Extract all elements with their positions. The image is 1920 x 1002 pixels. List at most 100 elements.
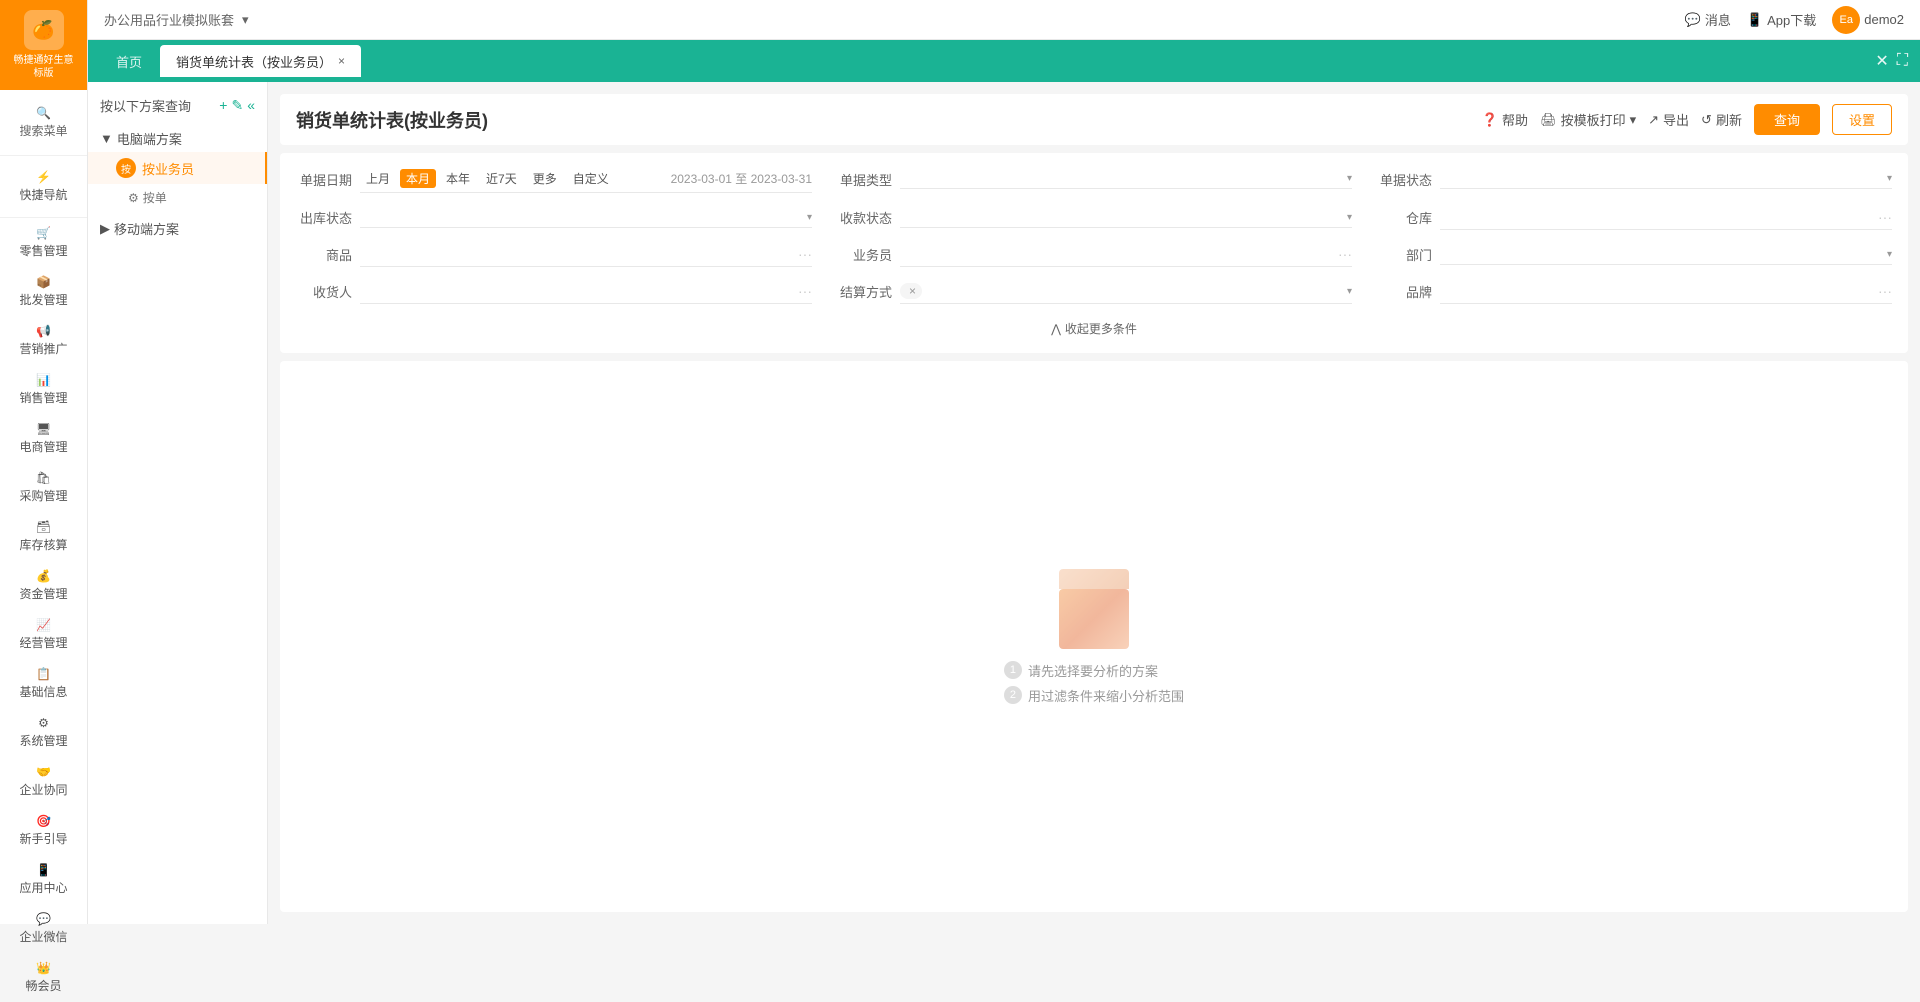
top-bar: 办公用品行业模拟账套 ▾ 💬 消息 📱 App下载 Ea demo2 — [88, 0, 1920, 40]
message-icon: 💬 — [1685, 12, 1701, 28]
goods-label: 商品 — [296, 245, 352, 264]
scheme-item-salesperson[interactable]: 按 按业务员 — [88, 152, 267, 184]
filter-area: 单据日期 上月 本月 本年 近7天 更多 自定义 2023-03-01 至 20… — [280, 153, 1908, 353]
sidebar-item-operations[interactable]: 📈 经营管理 — [15, 610, 71, 659]
scheme-item-byorder[interactable]: ⚙ 按单 — [88, 184, 267, 211]
collapse-bar: ⋀ 收起更多条件 — [296, 316, 1892, 341]
message-btn[interactable]: 💬 消息 — [1685, 10, 1731, 29]
receiver-control[interactable]: ··· — [360, 279, 812, 304]
salesperson-control[interactable]: ··· — [900, 242, 1352, 267]
goods-control[interactable]: ··· — [360, 242, 812, 267]
page-title: 销货单统计表(按业务员) — [296, 107, 488, 133]
sidebar-item-wechat[interactable]: 💬 企业微信 — [15, 904, 71, 953]
left-panel-header: 按以下方案查询 + ✎ « — [88, 90, 267, 121]
type-control[interactable]: ▾ — [900, 169, 1352, 189]
date-tab-lastmonth[interactable]: 上月 — [360, 169, 396, 188]
sidebar-item-inventory[interactable]: 🗃 库存核算 — [15, 512, 71, 561]
app-download-btn[interactable]: 📱 App下载 — [1747, 10, 1816, 29]
user-profile[interactable]: Ea demo2 — [1832, 6, 1904, 34]
tip-text-2: 用过滤条件来缩小分析范围 — [1028, 686, 1184, 705]
search-menu-item[interactable]: 🔍 搜索菜单 — [0, 98, 87, 147]
quick-icon: ⚡ — [36, 170, 51, 184]
sidebar-item-basic[interactable]: 📋 基础信息 — [15, 659, 71, 708]
settlement-control[interactable]: × ▾ — [900, 279, 1352, 304]
outstatus-control[interactable]: ▾ — [360, 208, 812, 228]
sidebar-item-member[interactable]: 👑 畅会员 — [15, 953, 71, 1002]
date-tab-thismonth[interactable]: 本月 — [400, 169, 436, 188]
settlement-tag-close-btn[interactable]: × — [909, 284, 916, 298]
sidebar-item-ecommerce[interactable]: 🖥 电商管理 — [15, 414, 71, 463]
logo[interactable]: 🍊 畅捷通好生意 标版 — [0, 0, 87, 90]
refresh-label: 刷新 — [1716, 110, 1742, 129]
date-tab-more[interactable]: 更多 — [527, 169, 563, 188]
marketing-icon: 📢 — [36, 324, 51, 338]
salesperson-label: 业务员 — [836, 245, 892, 264]
brand-control[interactable]: ··· — [1440, 279, 1892, 304]
tab-active[interactable]: 销货单统计表（按业务员） × — [160, 45, 361, 77]
scheme-active-dot: 按 — [116, 158, 136, 178]
member-icon: 👑 — [36, 961, 51, 975]
sidebar-item-purchase[interactable]: 🛍 采购管理 — [15, 463, 71, 512]
message-label: 消息 — [1705, 10, 1731, 29]
print-icon: 🖨 — [1540, 112, 1557, 128]
app-selector[interactable]: 办公用品行业模拟账套 ▾ — [104, 10, 249, 29]
settings-button[interactable]: 设置 — [1832, 104, 1892, 135]
sidebar-item-system[interactable]: ⚙ 系统管理 — [15, 708, 71, 757]
sidebar-item-retail[interactable]: 🛒 零售管理 — [15, 218, 71, 267]
sidebar-item-marketing[interactable]: 📢 营销推广 — [15, 316, 71, 365]
edit-scheme-btn[interactable]: ✎ — [231, 97, 243, 114]
department-control[interactable]: ▾ — [1440, 245, 1892, 265]
system-icon: ⚙ — [38, 716, 49, 730]
dropdown-icon: ▾ — [242, 12, 249, 28]
sidebar-item-newbie[interactable]: 🎯 新手引导 — [15, 806, 71, 855]
quick-nav-item[interactable]: ⚡ 快捷导航 — [0, 162, 87, 211]
tab-home[interactable]: 首页 — [100, 45, 158, 77]
collapse-label: 收起更多条件 — [1065, 320, 1137, 337]
help-btn[interactable]: ❓ 帮助 — [1482, 110, 1528, 129]
scheme-group-mobile-title[interactable]: ▶ 移动端方案 — [88, 215, 267, 242]
tab-minimize-btn[interactable]: ✕ — [1875, 51, 1888, 71]
sidebar-item-wholesale[interactable]: 📦 批发管理 — [15, 267, 71, 316]
export-label: 导出 — [1663, 110, 1689, 129]
department-label: 部门 — [1376, 245, 1432, 264]
collapse-panel-btn[interactable]: « — [247, 97, 255, 114]
search-menu-label: 搜索菜单 — [19, 122, 67, 139]
outstatus-dropdown-icon: ▾ — [807, 212, 812, 223]
export-btn[interactable]: ↗ 导出 — [1648, 110, 1689, 129]
type-label: 单据类型 — [836, 170, 892, 189]
date-control[interactable]: 上月 本月 本年 近7天 更多 自定义 2023-03-01 至 2023-03… — [360, 165, 812, 193]
paystatus-control[interactable]: ▾ — [900, 208, 1352, 228]
tip-text-1: 请先选择要分析的方案 — [1028, 661, 1158, 680]
refresh-btn[interactable]: ↺ 刷新 — [1701, 110, 1742, 129]
add-scheme-btn[interactable]: + — [219, 97, 227, 114]
settings-icon: ⚙ — [128, 191, 139, 205]
query-button[interactable]: 查询 — [1754, 104, 1820, 135]
sidebar-item-enterprise[interactable]: 🤝 企业协同 — [15, 757, 71, 806]
paystatus-label: 收款状态 — [836, 208, 892, 227]
tab-maximize-btn[interactable]: ⛶ — [1897, 52, 1908, 70]
filter-date: 单据日期 上月 本月 本年 近7天 更多 自定义 2023-03-01 至 20… — [296, 165, 812, 193]
date-tab-thisyear[interactable]: 本年 — [440, 169, 476, 188]
filter-salesperson: 业务员 ··· — [836, 242, 1352, 267]
template-print-btn[interactable]: 🖨 按模板打印 ▾ — [1540, 110, 1636, 129]
status-label: 单据状态 — [1376, 170, 1432, 189]
status-control[interactable]: ▾ — [1440, 169, 1892, 189]
tip-item-2: 2 用过滤条件来缩小分析范围 — [1004, 686, 1184, 705]
sidebar-item-sales[interactable]: 📊 销售管理 — [15, 365, 71, 414]
date-tab-custom[interactable]: 自定义 — [567, 169, 615, 188]
filter-status: 单据状态 ▾ — [1376, 169, 1892, 189]
quick-nav-section: ⚡ 快捷导航 — [0, 156, 87, 218]
scheme-group-desktop-title[interactable]: ▼ 电脑端方案 — [88, 125, 267, 152]
warehouse-control[interactable]: ··· — [1440, 205, 1892, 230]
warehouse-label: 仓库 — [1376, 208, 1432, 227]
status-dropdown-icon: ▾ — [1887, 173, 1892, 184]
sidebar-item-finance[interactable]: 💰 资金管理 — [15, 561, 71, 610]
filter-paystatus: 收款状态 ▾ — [836, 208, 1352, 228]
enterprise-icon: 🤝 — [36, 765, 51, 779]
collapse-btn[interactable]: ⋀ 收起更多条件 — [1051, 320, 1137, 337]
filter-row-3: 商品 ··· 业务员 ··· — [296, 242, 1892, 267]
tab-close-btn[interactable]: × — [338, 54, 345, 68]
sidebar-item-appcenter[interactable]: 📱 应用中心 — [15, 855, 71, 904]
date-tab-7days[interactable]: 近7天 — [480, 169, 523, 188]
chevron-right-icon: ▶ — [100, 221, 110, 237]
